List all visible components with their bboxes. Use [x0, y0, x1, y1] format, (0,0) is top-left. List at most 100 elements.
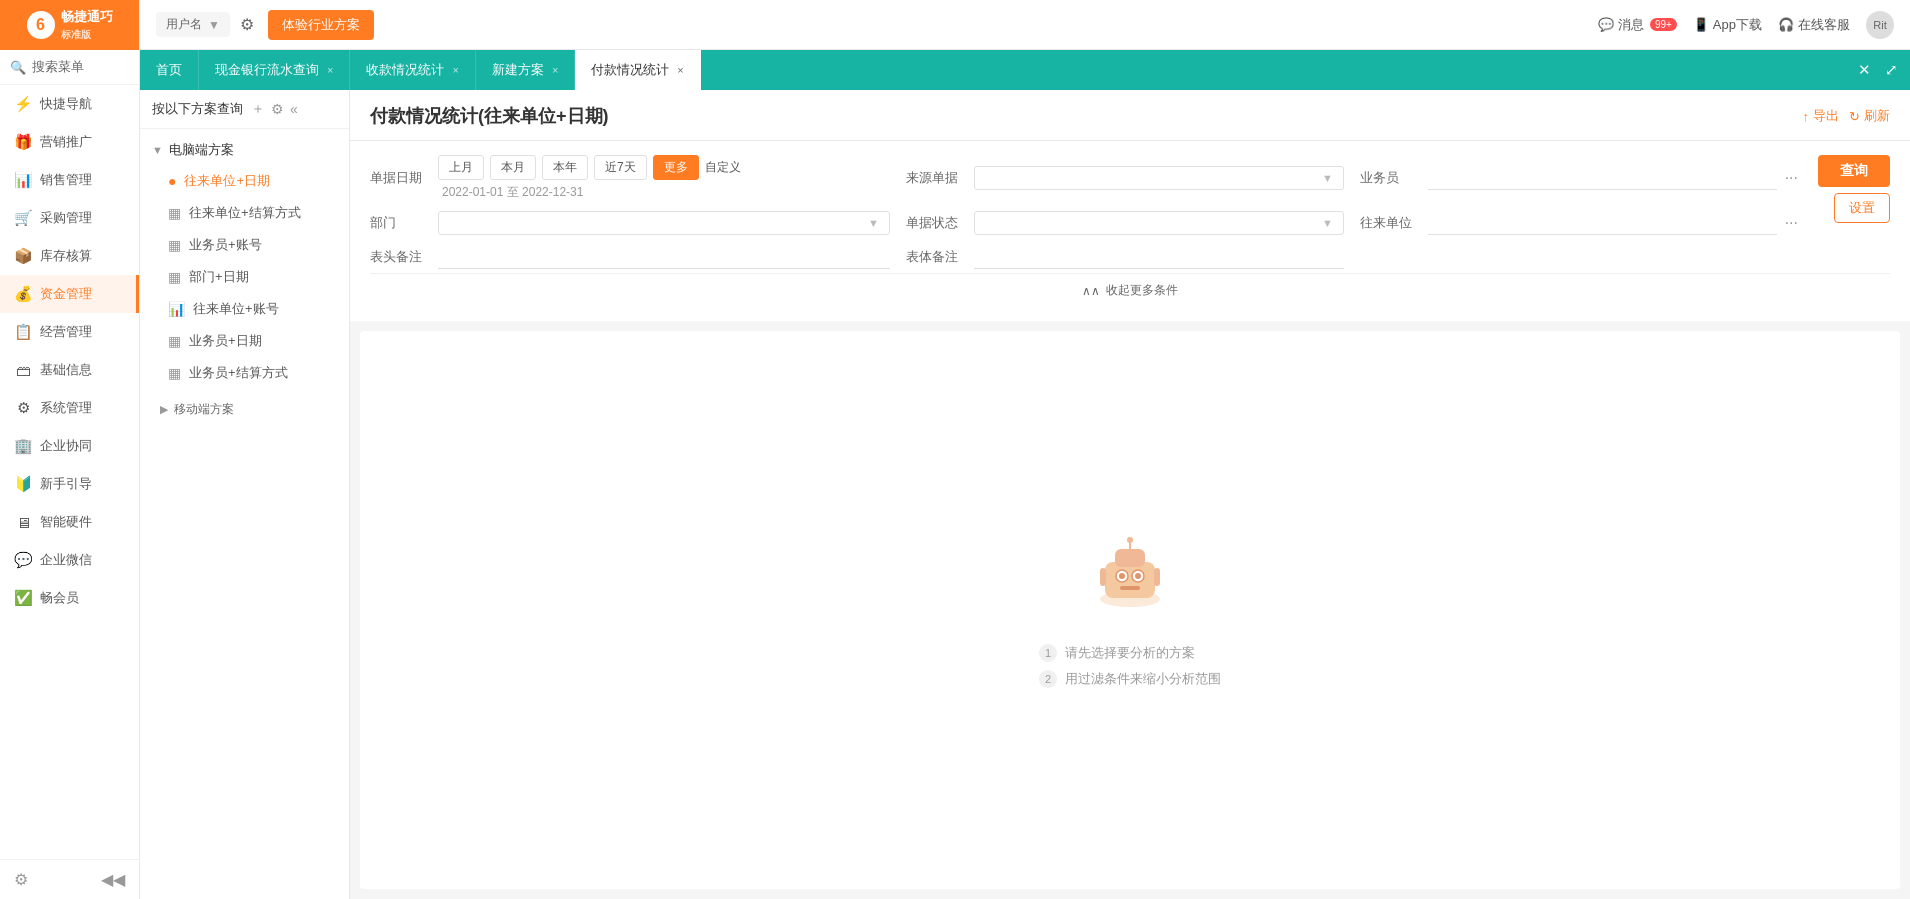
scheme-item-dept-date-label: 部门+日期	[189, 268, 249, 286]
scheme-item-salesperson-account[interactable]: ▦ 业务员+账号	[140, 229, 349, 261]
wechat-icon: 💬	[14, 551, 32, 569]
sidebar-item-member[interactable]: ✅ 畅会员	[0, 579, 139, 617]
tab-payment-stats-label: 收款情况统计	[366, 61, 444, 79]
related-unit-dots[interactable]: ···	[1785, 214, 1798, 232]
related-unit-input[interactable]	[1428, 211, 1777, 235]
collapse-sidebar-icon[interactable]: ◀◀	[101, 870, 125, 889]
empty-hints: 1 请先选择要分析的方案 2 用过滤条件来缩小分析范围	[1039, 644, 1221, 696]
tab-payment-stats-close[interactable]: ×	[452, 64, 458, 76]
refresh-label: 刷新	[1864, 107, 1890, 125]
date-7days-btn[interactable]: 近7天	[594, 155, 647, 180]
sidebar-item-purchase[interactable]: 🛒 采购管理	[0, 199, 139, 237]
collapse-btn[interactable]: ∧∧ 收起更多条件	[370, 273, 1890, 307]
sales-icon: 📊	[14, 171, 32, 189]
settings-scheme-icon[interactable]: ⚙	[271, 101, 284, 117]
scheme-item-unit-date[interactable]: ● 往来单位+日期	[140, 165, 349, 197]
system-icon: ⚙	[14, 399, 32, 417]
query-btn[interactable]: 查询	[1818, 155, 1890, 187]
date-this-month-btn[interactable]: 本月	[490, 155, 536, 180]
refresh-btn[interactable]: ↻ 刷新	[1849, 107, 1890, 125]
empty-hint-2: 2 用过滤条件来缩小分析范围	[1039, 670, 1221, 688]
scheme-item-unit-account[interactable]: 📊 往来单位+账号	[140, 293, 349, 325]
mobile-group-title[interactable]: ▶ 移动端方案	[140, 395, 349, 424]
tab-payment-stats[interactable]: 收款情况统计 ×	[350, 50, 475, 90]
tab-home[interactable]: 首页	[140, 50, 199, 90]
scheme-item-dept-date[interactable]: ▦ 部门+日期	[140, 261, 349, 293]
operations-icon: 📋	[14, 323, 32, 341]
header-remark-input[interactable]	[438, 245, 890, 269]
tab-bank-flow-close[interactable]: ×	[327, 64, 333, 76]
sidebar-item-guide[interactable]: 🔰 新手引导	[0, 465, 139, 503]
enterprise-icon: 🏢	[14, 437, 32, 455]
sidebar-item-inventory[interactable]: 📦 库存核算	[0, 237, 139, 275]
service-icon: 🎧	[1778, 17, 1794, 32]
app-download-action[interactable]: 📱 App下载	[1693, 16, 1762, 34]
dept-select[interactable]: ▼	[438, 211, 890, 235]
user-avatar[interactable]: Rit	[1866, 11, 1894, 39]
tab-new-scheme[interactable]: 新建方案 ×	[476, 50, 575, 90]
export-btn[interactable]: ↑ 导出	[1803, 107, 1840, 125]
tab-bank-flow[interactable]: 现金银行流水查询 ×	[199, 50, 350, 90]
sidebar-item-quick-nav[interactable]: ⚡ 快捷导航	[0, 85, 139, 123]
header-remark-label: 表头备注	[370, 248, 430, 266]
app-label: App下载	[1713, 16, 1762, 34]
topbar-settings-icon[interactable]: ⚙	[240, 15, 254, 34]
date-more-btn[interactable]: 更多	[653, 155, 699, 180]
sidebar-item-system[interactable]: ⚙ 系统管理	[0, 389, 139, 427]
scheme-item-unit-date-icon: ●	[168, 173, 176, 189]
scheme-item-unit-account-label: 往来单位+账号	[193, 300, 279, 318]
search-menu[interactable]: 🔍 搜索菜单	[0, 50, 139, 85]
body-remark-input[interactable]	[974, 245, 1344, 269]
sidebar-item-basics[interactable]: 🗃 基础信息	[0, 351, 139, 389]
scheme-item-salesperson-date[interactable]: ▦ 业务员+日期	[140, 325, 349, 357]
salesperson-input[interactable]	[1428, 166, 1777, 190]
sidebar-edition: 标准版	[61, 28, 113, 42]
sidebar-item-marketing[interactable]: 🎁 营销推广	[0, 123, 139, 161]
search-menu-label: 搜索菜单	[32, 58, 84, 76]
sidebar-item-operations[interactable]: 📋 经营管理	[0, 313, 139, 351]
settings-bottom-icon[interactable]: ⚙	[14, 870, 28, 889]
date-range-text: 2022-01-01 至 2022-12-31	[442, 184, 741, 201]
topbar-user[interactable]: 用户名 ▼	[156, 12, 230, 37]
add-scheme-icon[interactable]: ＋	[251, 100, 265, 118]
salesperson-dots[interactable]: ···	[1785, 169, 1798, 187]
date-last-month-btn[interactable]: 上月	[438, 155, 484, 180]
collapse-panel-icon[interactable]: «	[290, 101, 298, 117]
collapse-icon: ∧∧	[1082, 284, 1100, 298]
tab-payment-status-close[interactable]: ×	[677, 64, 683, 76]
tab-bank-flow-label: 现金银行流水查询	[215, 61, 319, 79]
sidebar-bottom: ⚙ ◀◀	[0, 859, 139, 899]
left-panel: 按以下方案查询 ＋ ⚙ « ▼ 电脑端方案 ● 往来单位+日期 ▦	[140, 90, 350, 899]
guide-icon: 🔰	[14, 475, 32, 493]
source-select[interactable]: ▼	[974, 166, 1344, 190]
svg-point-5	[1119, 573, 1125, 579]
desktop-group-title[interactable]: ▼ 电脑端方案	[140, 135, 349, 165]
sidebar-item-capital[interactable]: 💰 资金管理	[0, 275, 139, 313]
settings-btn[interactable]: 设置	[1834, 193, 1890, 223]
scheme-item-unit-settlement[interactable]: ▦ 往来单位+结算方式	[140, 197, 349, 229]
trial-btn[interactable]: 体验行业方案	[268, 10, 374, 40]
tab-new-scheme-label: 新建方案	[492, 61, 544, 79]
expand-tabs-btn[interactable]: ⤢	[1881, 59, 1902, 81]
messages-label: 消息	[1618, 16, 1644, 34]
scheme-item-salesperson-settlement-label: 业务员+结算方式	[189, 364, 288, 382]
collapse-label: 收起更多条件	[1106, 282, 1178, 299]
sidebar-item-sales[interactable]: 📊 销售管理	[0, 161, 139, 199]
close-all-tabs-btn[interactable]: ✕	[1854, 59, 1875, 81]
date-this-year-btn[interactable]: 本年	[542, 155, 588, 180]
filter-fields: 单据日期 上月 本月 本年 近7天 更多 自定义	[370, 155, 1798, 273]
tab-payment-status[interactable]: 付款情况统计 ×	[575, 50, 700, 90]
sidebar-item-hardware[interactable]: 🖥 智能硬件	[0, 503, 139, 541]
customer-service-action[interactable]: 🎧 在线客服	[1778, 16, 1850, 34]
scheme-item-salesperson-settlement[interactable]: ▦ 业务员+结算方式	[140, 357, 349, 389]
topbar-dropdown-icon: ▼	[208, 18, 220, 32]
sidebar-item-enterprise[interactable]: 🏢 企业协同	[0, 427, 139, 465]
desktop-group-label: 电脑端方案	[169, 141, 234, 159]
messages-action[interactable]: 💬 消息 99+	[1598, 16, 1677, 34]
tabbar: 首页 现金银行流水查询 × 收款情况统计 × 新建方案 × 付款情况统计 × ✕…	[140, 50, 1910, 90]
empty-state: 1 请先选择要分析的方案 2 用过滤条件来缩小分析范围	[360, 331, 1900, 889]
tab-new-scheme-close[interactable]: ×	[552, 64, 558, 76]
status-select[interactable]: ▼	[974, 211, 1344, 235]
sidebar-item-wechat[interactable]: 💬 企业微信	[0, 541, 139, 579]
salesperson-label: 业务员	[1360, 169, 1420, 187]
